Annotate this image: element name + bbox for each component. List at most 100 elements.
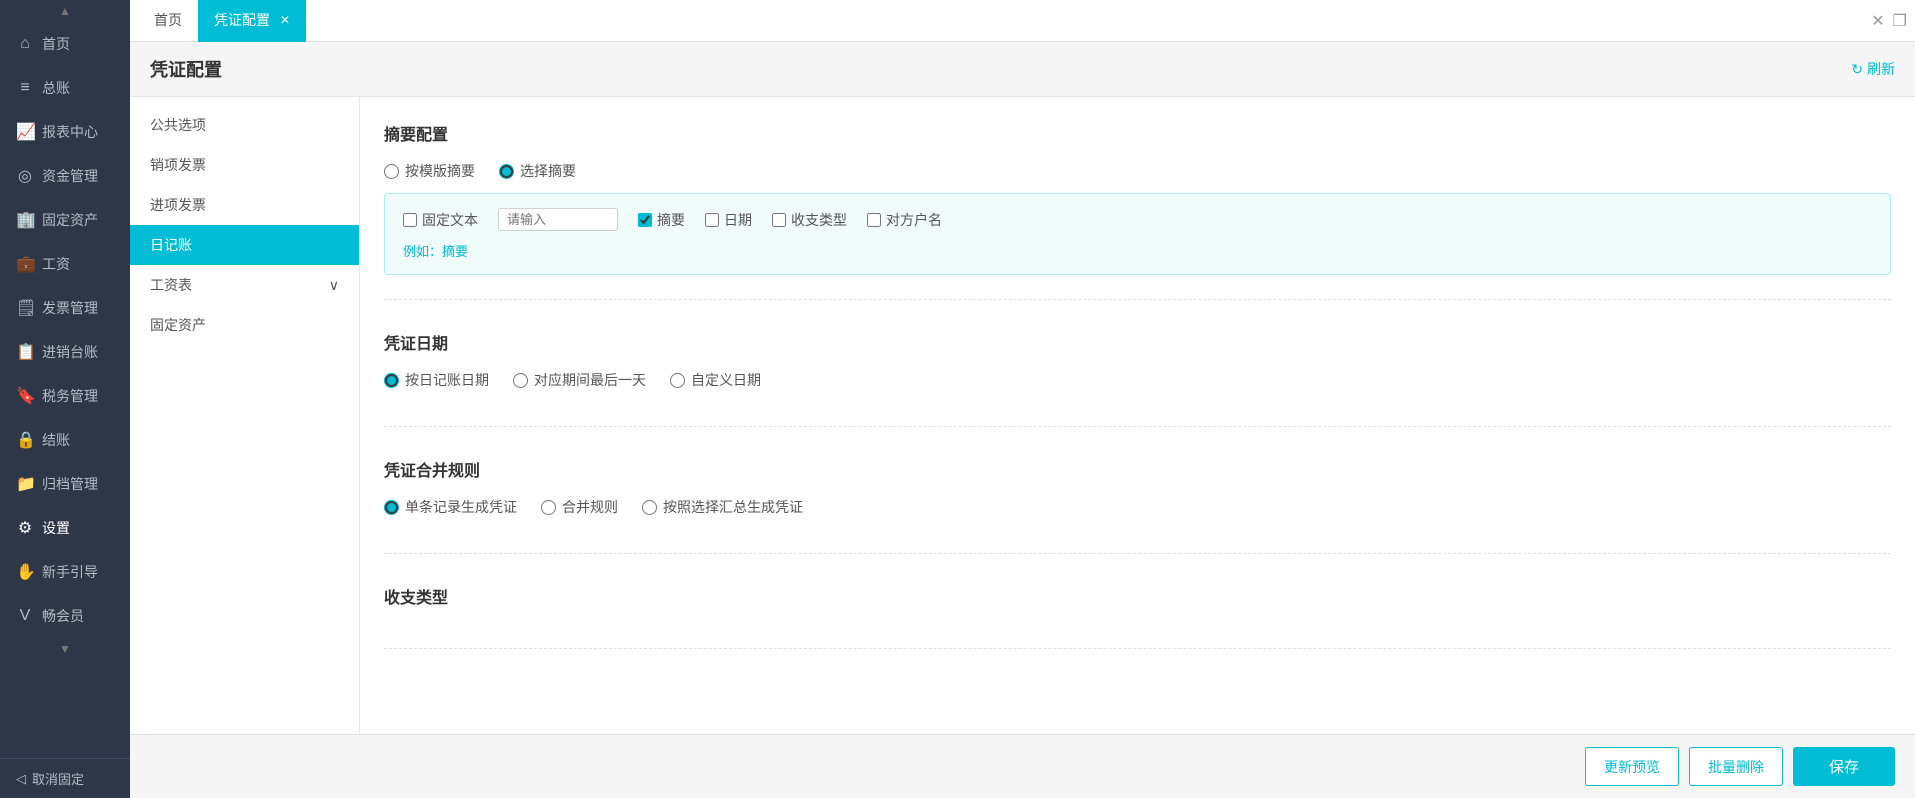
merge-rule-radio-group: 单条记录生成凭证 合并规则 按照选择汇总生成凭证 [384,497,1891,517]
radio-select-aggregate[interactable]: 按照选择汇总生成凭证 [642,497,803,517]
radio-select-summary-input[interactable] [499,164,514,179]
radio-merge-rule-label: 合并规则 [562,497,618,517]
home-icon: ⌂ [16,35,34,53]
left-nav-fixed-assets-label: 固定资产 [150,315,206,335]
settings-icon: ⚙ [16,518,34,538]
chevron-down-icon: ∨ [329,277,339,294]
sidebar-item-label: 发票管理 [42,298,98,318]
sidebar-item-funds[interactable]: ◎ 资金管理 [0,154,130,198]
radio-select-aggregate-input[interactable] [642,500,657,515]
sidebar-item-label: 总账 [42,78,70,98]
window-restore-icon[interactable]: ❐ [1893,11,1907,31]
page-header: 凭证配置 ↻ 刷新 [130,42,1915,97]
tab-home[interactable]: 首页 [138,0,198,42]
sidebar-item-label: 工资 [42,254,70,274]
left-nav-purchase-invoice-label: 进项发票 [150,195,206,215]
radio-custom-date-label: 自定义日期 [691,370,761,390]
left-nav-payroll-table[interactable]: 工资表 ∨ [130,265,359,305]
fixed-text-input[interactable] [498,208,618,231]
checkbox-date-input[interactable] [705,213,719,227]
checkbox-summary-label: 摘要 [657,210,685,230]
checkbox-summary-input[interactable] [638,213,652,227]
checkbox-income-type[interactable]: 收支类型 [772,210,847,230]
payroll-icon: 💼 [16,254,34,274]
example-text: 例如：摘要 [403,241,1872,260]
page-title: 凭证配置 [150,56,222,82]
checkbox-counterparty[interactable]: 对方户名 [867,210,942,230]
batch-delete-button[interactable]: 批量删除 [1689,747,1783,786]
tab-close-icon[interactable]: ✕ [280,13,290,27]
tab-bar: 首页 凭证配置 ✕ ✕ ❐ [130,0,1915,42]
sidebar-item-label: 畅会员 [42,606,84,626]
radio-select-summary[interactable]: 选择摘要 [499,161,576,181]
radio-merge-rule[interactable]: 合并规则 [541,497,618,517]
left-nav-payroll-table-label: 工资表 [150,275,192,295]
sidebar-item-assets[interactable]: 🏢 固定资产 [0,198,130,242]
sidebar-item-archive[interactable]: 📁 归档管理 [0,462,130,506]
checkbox-date-label: 日期 [724,210,752,230]
checkbox-counterparty-input[interactable] [867,213,881,227]
sidebar-item-reports[interactable]: 📈 报表中心 [0,110,130,154]
radio-journal-date[interactable]: 按日记账日期 [384,370,489,390]
checkbox-fixed-text[interactable]: 固定文本 [403,210,478,230]
tab-voucher-config[interactable]: 凭证配置 ✕ [198,0,306,42]
sidebar-item-payroll[interactable]: 💼 工资 [0,242,130,286]
sidebar-scroll-down[interactable]: ▼ [0,638,130,660]
sidebar-item-ledger[interactable]: ≡ 总账 [0,66,130,110]
checkbox-counterparty-label: 对方户名 [886,210,942,230]
left-nav-public[interactable]: 公共选项 [130,105,359,145]
sidebar-item-invoice[interactable]: 🗒 发票管理 [0,286,130,330]
refresh-button[interactable]: ↻ 刷新 [1851,59,1895,79]
window-controls: ✕ ❐ [1871,11,1907,31]
sidebar-item-member[interactable]: V 畅会员 [0,594,130,638]
sidebar: ▲ ⌂ 首页 ≡ 总账 📈 报表中心 ◎ 资金管理 🏢 固定资产 💼 工资 🗒 … [0,0,130,798]
checkbox-fixed-text-input[interactable] [403,213,417,227]
save-button[interactable]: 保存 [1793,747,1895,786]
radio-period-last-day-input[interactable] [513,373,528,388]
sidebar-scroll-up[interactable]: ▲ [0,0,130,22]
radio-journal-date-input[interactable] [384,373,399,388]
sidebar-item-label: 归档管理 [42,474,98,494]
archive-icon: 📁 [16,474,34,494]
sidebar-item-label: 固定资产 [42,210,98,230]
radio-custom-date[interactable]: 自定义日期 [670,370,761,390]
radio-template-summary[interactable]: 按模版摘要 [384,161,475,181]
sidebar-item-purchase[interactable]: 📋 进销台账 [0,330,130,374]
refresh-icon: ↻ [1851,61,1863,78]
guide-icon: ✋ [16,562,34,582]
checkbox-date[interactable]: 日期 [705,210,752,230]
left-nav-journal[interactable]: 日记账 [130,225,359,265]
sidebar-item-settings[interactable]: ⚙ 设置 [0,506,130,550]
checkbox-income-type-label: 收支类型 [791,210,847,230]
left-nav-sales-invoice-label: 销项发票 [150,155,206,175]
merge-rule-title: 凭证合并规则 [384,457,1891,481]
checkbox-summary[interactable]: 摘要 [638,210,685,230]
window-close-icon[interactable]: ✕ [1871,11,1884,31]
sidebar-item-label: 结账 [42,430,70,450]
left-nav-sales-invoice[interactable]: 销项发票 [130,145,359,185]
radio-single-record-input[interactable] [384,500,399,515]
left-nav-purchase-invoice[interactable]: 进项发票 [130,185,359,225]
radio-single-record[interactable]: 单条记录生成凭证 [384,497,517,517]
content-area: 公共选项 销项发票 进项发票 日记账 工资表 ∨ 固定资产 摘要配置 [130,97,1915,734]
sidebar-unpin[interactable]: ◁ 取消固定 [0,758,130,798]
radio-journal-date-label: 按日记账日期 [405,370,489,390]
checkbox-income-type-input[interactable] [772,213,786,227]
sidebar-item-tax[interactable]: 🔖 税务管理 [0,374,130,418]
sidebar-item-home[interactable]: ⌂ 首页 [0,22,130,66]
radio-merge-rule-input[interactable] [541,500,556,515]
left-nav: 公共选项 销项发票 进项发票 日记账 工资表 ∨ 固定资产 [130,97,360,734]
left-nav-fixed-assets[interactable]: 固定资产 [130,305,359,345]
radio-template-summary-input[interactable] [384,164,399,179]
sidebar-item-closing[interactable]: 🔒 结账 [0,418,130,462]
radio-custom-date-input[interactable] [670,373,685,388]
income-type-section: 收支类型 [384,584,1891,649]
update-preview-button[interactable]: 更新预览 [1585,747,1679,786]
summary-section: 摘要配置 按模版摘要 选择摘要 固定文本 [384,121,1891,300]
right-content: 摘要配置 按模版摘要 选择摘要 固定文本 [360,97,1915,734]
radio-period-last-day[interactable]: 对应期间最后一天 [513,370,646,390]
sidebar-item-guide[interactable]: ✋ 新手引导 [0,550,130,594]
sidebar-item-label: 税务管理 [42,386,98,406]
unpin-label: 取消固定 [32,769,84,788]
assets-icon: 🏢 [16,210,34,230]
